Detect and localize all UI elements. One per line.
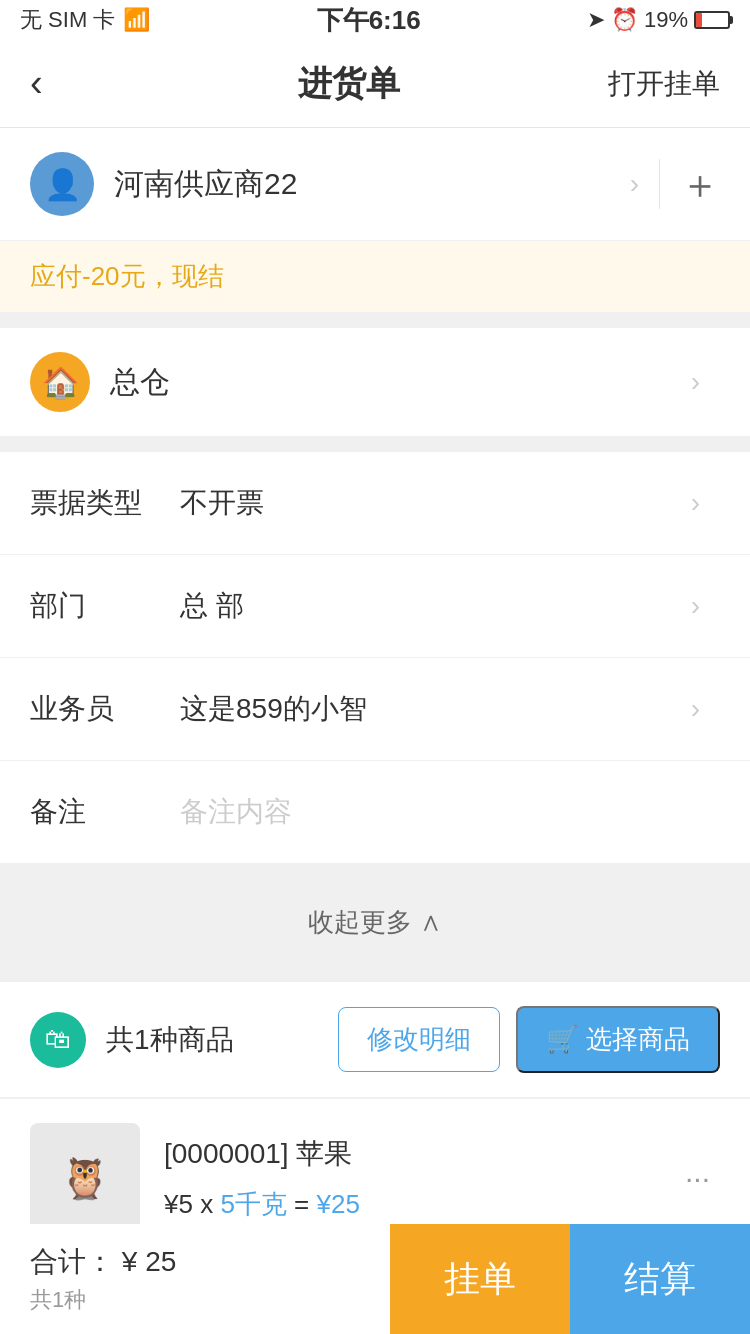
invoice-value: 不开票	[160, 484, 691, 522]
supplier-card: 👤 河南供应商22 › ＋ 应付-20元，现结	[0, 128, 750, 312]
product-thumbnail: 🦉	[30, 1123, 140, 1233]
product-thumb-icon: 🦉	[60, 1155, 110, 1202]
status-left: 无 SIM 卡 📶	[20, 5, 150, 35]
add-supplier-button[interactable]: ＋	[680, 157, 720, 212]
invoice-chevron-icon: ›	[691, 487, 700, 519]
battery-icon	[694, 11, 730, 29]
bag-icon: 🛍	[45, 1024, 71, 1055]
warehouse-name: 总仓	[110, 362, 691, 403]
product-unit-price: ¥5 x	[164, 1189, 220, 1219]
edit-detail-button[interactable]: 修改明细	[338, 1007, 500, 1072]
salesman-value: 这是859的小智	[160, 690, 691, 728]
total-row: 合计： ¥ 25	[30, 1243, 360, 1281]
status-right: ➤ ⏰ 19%	[587, 7, 730, 33]
total-count: 共1种	[30, 1285, 360, 1315]
supplier-avatar: 👤	[30, 152, 94, 216]
warehouse-chevron-icon: ›	[691, 366, 700, 398]
warehouse-row[interactable]: 🏠 总仓 ›	[0, 328, 750, 436]
supplier-warning: 应付-20元，现结	[0, 241, 750, 312]
hold-button[interactable]: 挂单	[390, 1224, 570, 1334]
warehouse-icon: 🏠	[30, 352, 90, 412]
salesman-row[interactable]: 业务员 这是859的小智 ›	[0, 658, 750, 761]
battery-fill	[696, 13, 702, 27]
total-label: 合计：	[30, 1246, 114, 1277]
department-row[interactable]: 部门 总 部 ›	[0, 555, 750, 658]
supplier-row[interactable]: 👤 河南供应商22 › ＋	[0, 128, 750, 241]
product-name: [0000001] 苹果	[164, 1135, 675, 1173]
product-total: ¥25	[317, 1189, 360, 1219]
main-content: 👤 河南供应商22 › ＋ 应付-20元，现结 🏠 总仓 › 票据类型 不开票 …	[0, 128, 750, 1334]
alarm-icon: ⏰	[611, 7, 638, 33]
total-section: 合计： ¥ 25 共1种	[0, 1243, 390, 1315]
salesman-label: 业务员	[30, 690, 160, 728]
select-product-label: 选择商品	[586, 1022, 690, 1057]
product-price: ¥5 x 5千克 = ¥25	[164, 1187, 675, 1222]
battery-percent: 19%	[644, 7, 688, 33]
products-count: 共1种商品	[106, 1021, 338, 1059]
status-bar: 无 SIM 卡 📶 下午6:16 ➤ ⏰ 19%	[0, 0, 750, 40]
product-more-button[interactable]: ···	[675, 1151, 720, 1205]
bottom-bar: 合计： ¥ 25 共1种 挂单 结算	[0, 1224, 750, 1334]
products-header: 🛍 共1种商品 修改明细 🛒 选择商品	[0, 982, 750, 1097]
status-time: 下午6:16	[317, 3, 421, 38]
product-id: [0000001]	[164, 1138, 296, 1169]
avatar-icon: 👤	[44, 167, 81, 202]
form-card: 票据类型 不开票 › 部门 总 部 › 业务员 这是859的小智 › 备注 备注…	[0, 452, 750, 863]
page-title: 进货单	[298, 61, 400, 107]
invoice-type-row[interactable]: 票据类型 不开票 ›	[0, 452, 750, 555]
supplier-divider	[659, 159, 660, 209]
remark-row[interactable]: 备注 备注内容	[0, 761, 750, 863]
carrier-text: 无 SIM 卡	[20, 5, 115, 35]
cart-icon: 🛒	[546, 1024, 578, 1055]
invoice-label: 票据类型	[30, 484, 160, 522]
supplier-chevron-icon: ›	[630, 168, 639, 200]
product-qty: 5千克	[220, 1189, 286, 1219]
department-label: 部门	[30, 587, 160, 625]
products-icon: 🛍	[30, 1012, 86, 1068]
nav-bar: ‹ 进货单 打开挂单	[0, 40, 750, 128]
checkout-button[interactable]: 结算	[570, 1224, 750, 1334]
supplier-name: 河南供应商22	[114, 164, 630, 205]
salesman-chevron-icon: ›	[691, 693, 700, 725]
house-icon: 🏠	[42, 365, 79, 400]
collapse-button[interactable]: 收起更多 ∧	[0, 879, 750, 966]
product-title: 苹果	[296, 1138, 352, 1169]
wifi-icon: 📶	[123, 7, 150, 33]
total-amount: ¥ 25	[122, 1246, 177, 1277]
product-info: [0000001] 苹果 ¥5 x 5千克 = ¥25	[164, 1135, 675, 1222]
select-product-button[interactable]: 🛒 选择商品	[516, 1006, 720, 1073]
department-chevron-icon: ›	[691, 590, 700, 622]
department-value: 总 部	[160, 587, 691, 625]
product-equals: =	[294, 1189, 316, 1219]
remark-label: 备注	[30, 793, 160, 831]
open-pending-button[interactable]: 打开挂单	[608, 65, 720, 103]
remark-input[interactable]: 备注内容	[160, 793, 720, 831]
back-button[interactable]: ‹	[30, 62, 90, 105]
location-icon: ➤	[587, 7, 605, 33]
